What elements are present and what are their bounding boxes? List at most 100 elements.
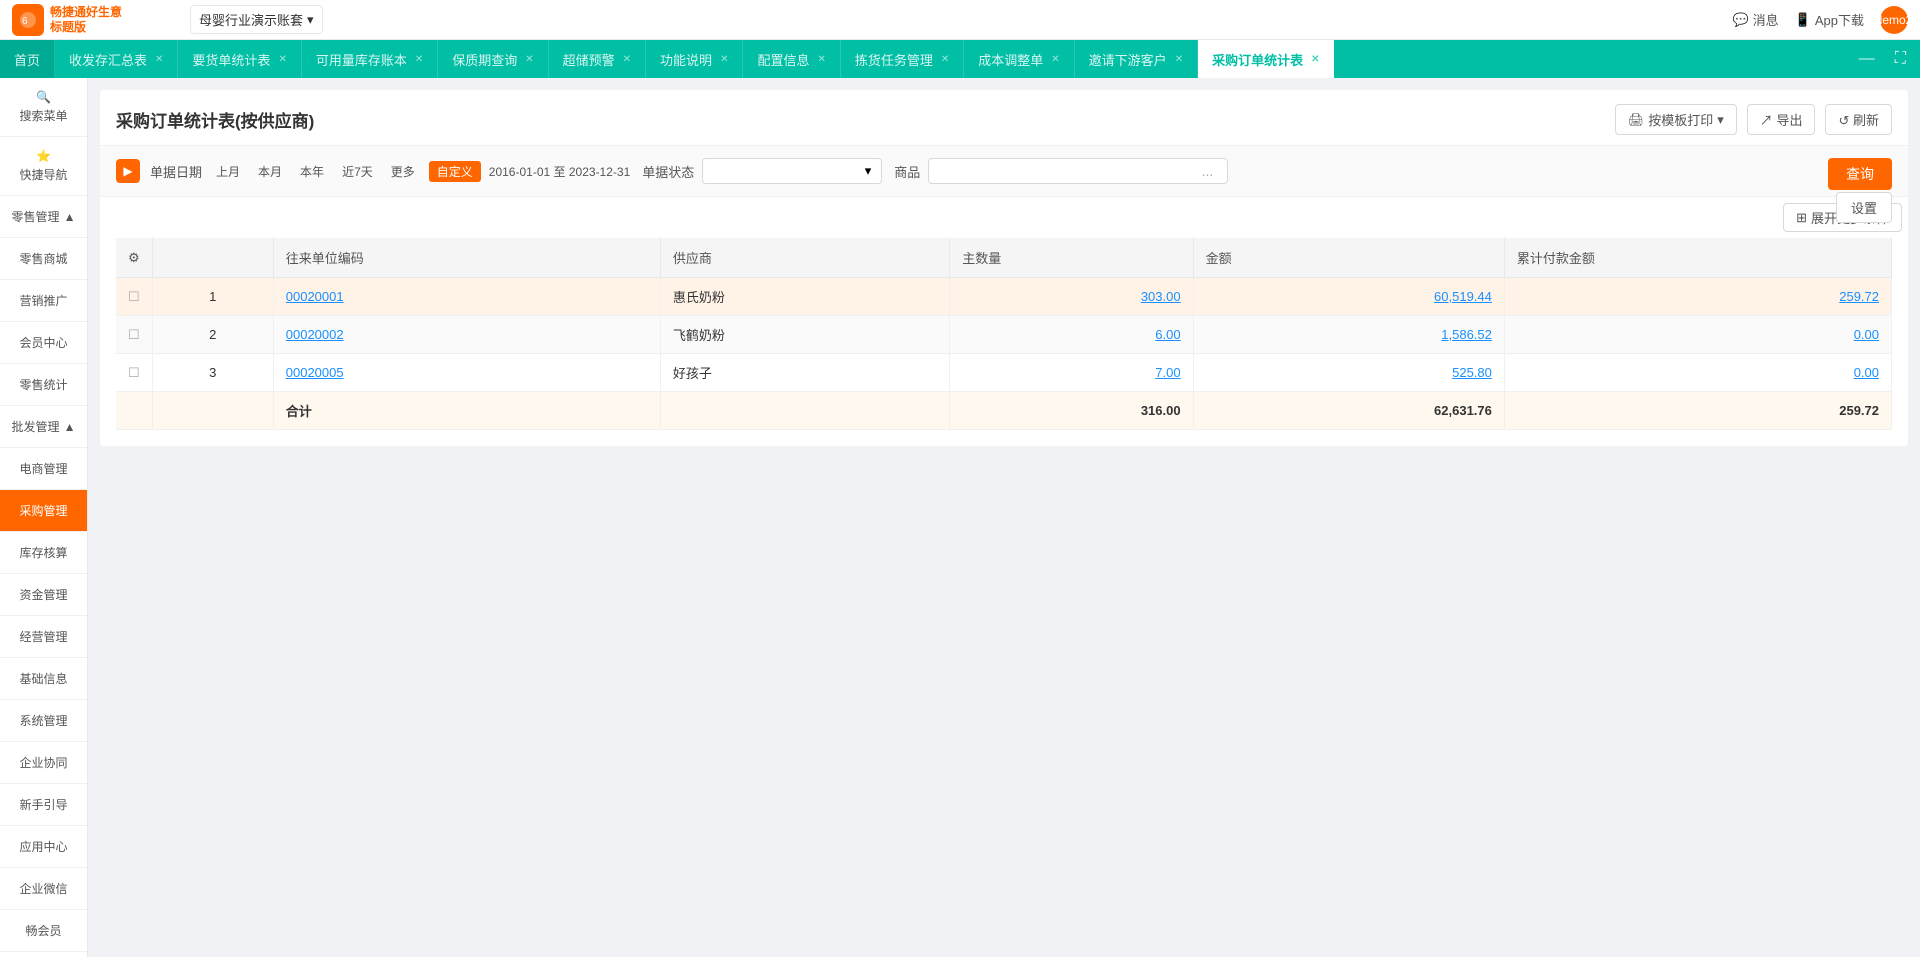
supplier-code[interactable]: 00020002 (273, 316, 660, 354)
table-row[interactable]: ☐ 3 00020005 好孩子 7.00 525.80 0.00 (116, 354, 1892, 392)
sidebar-item-operation[interactable]: 经营管理 (0, 616, 87, 658)
row-check[interactable]: ☐ (116, 278, 152, 316)
paid-amount[interactable]: 259.72 (1504, 278, 1891, 316)
close-icon[interactable]: ✕ (278, 54, 286, 65)
sidebar-item-app-center[interactable]: 应用中心 (0, 826, 87, 868)
footer-amount: 62,631.76 (1193, 392, 1504, 430)
row-num: 1 (152, 278, 273, 316)
sidebar-item-basic[interactable]: 基础信息 (0, 658, 87, 700)
tab-expiry-query[interactable]: 保质期查询 ✕ (438, 40, 548, 78)
tab-order-summary[interactable]: 要货单统计表 ✕ (178, 40, 301, 78)
chevron-down-icon: ▾ (865, 163, 872, 179)
goods-select[interactable]: ... (928, 158, 1228, 184)
sidebar-item-inventory[interactable]: 库存核算 (0, 532, 87, 574)
tab-purchase-summary[interactable]: 采购订单统计表 ✕ (1198, 40, 1334, 78)
tab-func-desc[interactable]: 功能说明 ✕ (646, 40, 743, 78)
table-wrapper: ⚙ 往来单位编码 供应商 主数量 金额 累计付款金额 ☐ 1 00020001 … (100, 238, 1908, 446)
sidebar-item-member[interactable]: 会员中心 (0, 322, 87, 364)
sidebar-item-retail-shop[interactable]: 零售商城 (0, 238, 87, 280)
footer-paid-amount: 259.72 (1504, 392, 1891, 430)
last-month-btn[interactable]: 上月 (210, 161, 246, 182)
close-icon[interactable]: ✕ (1051, 54, 1059, 65)
amount[interactable]: 1,586.52 (1193, 316, 1504, 354)
table-row[interactable]: ☐ 2 00020002 飞鹤奶粉 6.00 1,586.52 0.00 (116, 316, 1892, 354)
row-check[interactable]: ☐ (116, 316, 152, 354)
export-button[interactable]: ↗ 导出 (1747, 104, 1816, 135)
sidebar-item-purchase[interactable]: 采购管理 (0, 490, 87, 532)
tab-invite-downstream[interactable]: 邀请下游客户 ✕ (1075, 40, 1198, 78)
sidebar-item-retail[interactable]: 零售管理 ▲ (0, 196, 87, 238)
refresh-button[interactable]: ↺ 刷新 (1825, 104, 1892, 135)
amount[interactable]: 525.80 (1193, 354, 1504, 392)
col-rownum (152, 238, 273, 278)
message-button[interactable]: 💬 消息 (1732, 10, 1778, 29)
main-qty[interactable]: 303.00 (950, 278, 1193, 316)
tab-pick-task[interactable]: 拣货任务管理 ✕ (841, 40, 964, 78)
this-year-btn[interactable]: 本年 (294, 161, 330, 182)
sidebar-item-marketing[interactable]: 营销推广 (0, 280, 87, 322)
close-icon[interactable]: ✕ (1311, 54, 1319, 65)
workspace-selector[interactable]: 母婴行业演示账套 ▾ (190, 5, 323, 34)
query-button[interactable]: 查询 (1828, 158, 1892, 190)
footer-label: 合计 (273, 392, 660, 430)
paid-amount[interactable]: 0.00 (1504, 354, 1891, 392)
sidebar-item-search[interactable]: 🔍 搜索菜单 (0, 78, 87, 137)
status-filter: 单据状态 ▾ (642, 158, 882, 184)
close-icon[interactable]: ✕ (525, 54, 533, 65)
sidebar-item-newbie[interactable]: 新手引导 (0, 784, 87, 826)
maximize-icon[interactable]: ⛶ (1889, 48, 1912, 70)
supplier-code[interactable]: 00020005 (273, 354, 660, 392)
sidebar-item-finance[interactable]: 资金管理 (0, 574, 87, 616)
tab-receive-send[interactable]: 收发存汇总表 ✕ (55, 40, 178, 78)
close-icon[interactable]: ✕ (817, 54, 825, 65)
main-qty[interactable]: 6.00 (950, 316, 1193, 354)
this-month-btn[interactable]: 本月 (252, 161, 288, 182)
nav-right-actions: — ⛶ (1853, 48, 1920, 70)
row-check[interactable]: ☐ (116, 354, 152, 392)
status-select[interactable]: ▾ (702, 158, 882, 184)
app-download-button[interactable]: 📱 App下载 (1795, 10, 1864, 29)
supplier-code[interactable]: 00020001 (273, 278, 660, 316)
last-7days-btn[interactable]: 近7天 (336, 161, 379, 182)
close-icon[interactable]: ✕ (415, 54, 423, 65)
close-icon[interactable]: ✕ (941, 54, 949, 65)
sidebar-item-member2[interactable]: 畅会员 (0, 910, 87, 952)
top-bar-left: 6 畅捷通好生意 标题版 母婴行业演示账套 ▾ (12, 4, 323, 36)
more-date-btn[interactable]: 更多 (385, 161, 421, 182)
top-bar: 6 畅捷通好生意 标题版 母婴行业演示账套 ▾ 💬 消息 📱 App下载 dem… (0, 0, 1920, 40)
close-icon[interactable]: ✕ (1175, 54, 1183, 65)
template-print-button[interactable]: 🖨 按模板打印 ▾ (1615, 104, 1737, 135)
close-icon[interactable]: ✕ (623, 54, 631, 65)
settings-button[interactable]: 设置 (1836, 192, 1892, 223)
date-custom-tag[interactable]: 自定义 (429, 161, 481, 182)
sidebar-item-system[interactable]: 系统管理 (0, 700, 87, 742)
tab-home[interactable]: 首页 (0, 40, 55, 78)
sidebar-item-enterprise-collab[interactable]: 企业协同 (0, 742, 87, 784)
sidebar-item-retail-stat[interactable]: 零售统计 (0, 364, 87, 406)
tab-available-stock[interactable]: 可用量库存账本 ✕ (302, 40, 438, 78)
sidebar-item-shortcut[interactable]: ⭐ 快捷导航 (0, 137, 87, 196)
col-main-qty: 主数量 (950, 238, 1193, 278)
tab-config-info[interactable]: 配置信息 ✕ (743, 40, 840, 78)
tab-cost-adjust[interactable]: 成本调整单 ✕ (964, 40, 1074, 78)
filter-row: 单据日期 上月 本月 本年 近7天 更多 自定义 2016-01-01 至 (150, 158, 1892, 184)
table-row[interactable]: ☐ 1 00020001 惠氏奶粉 303.00 60,519.44 259.7… (116, 278, 1892, 316)
sidebar-item-wholesale[interactable]: 批发管理 ▲ (0, 406, 87, 448)
col-paid-amount: 累计付款金额 (1504, 238, 1891, 278)
filter-toggle-button[interactable]: ▶ (116, 159, 140, 183)
sidebar-item-ecommerce[interactable]: 电商管理 (0, 448, 87, 490)
svg-text:6: 6 (22, 16, 28, 27)
more-options-icon[interactable]: ... (1198, 163, 1218, 179)
main-qty[interactable]: 7.00 (950, 354, 1193, 392)
close-icon[interactable]: ✕ (720, 54, 728, 65)
paid-amount[interactable]: 0.00 (1504, 316, 1891, 354)
top-bar-right: 💬 消息 📱 App下载 demo2 (1732, 6, 1908, 34)
col-settings[interactable]: ⚙ (116, 238, 152, 278)
sidebar-item-enterprise-wechat[interactable]: 企业微信 (0, 868, 87, 910)
avatar[interactable]: demo2 (1880, 6, 1908, 34)
amount[interactable]: 60,519.44 (1193, 278, 1504, 316)
tab-overstock-warning[interactable]: 超储预警 ✕ (549, 40, 646, 78)
refresh-icon: ↺ (1838, 113, 1849, 128)
close-icon[interactable]: ✕ (155, 54, 163, 65)
minimize-icon[interactable]: — (1853, 48, 1881, 70)
